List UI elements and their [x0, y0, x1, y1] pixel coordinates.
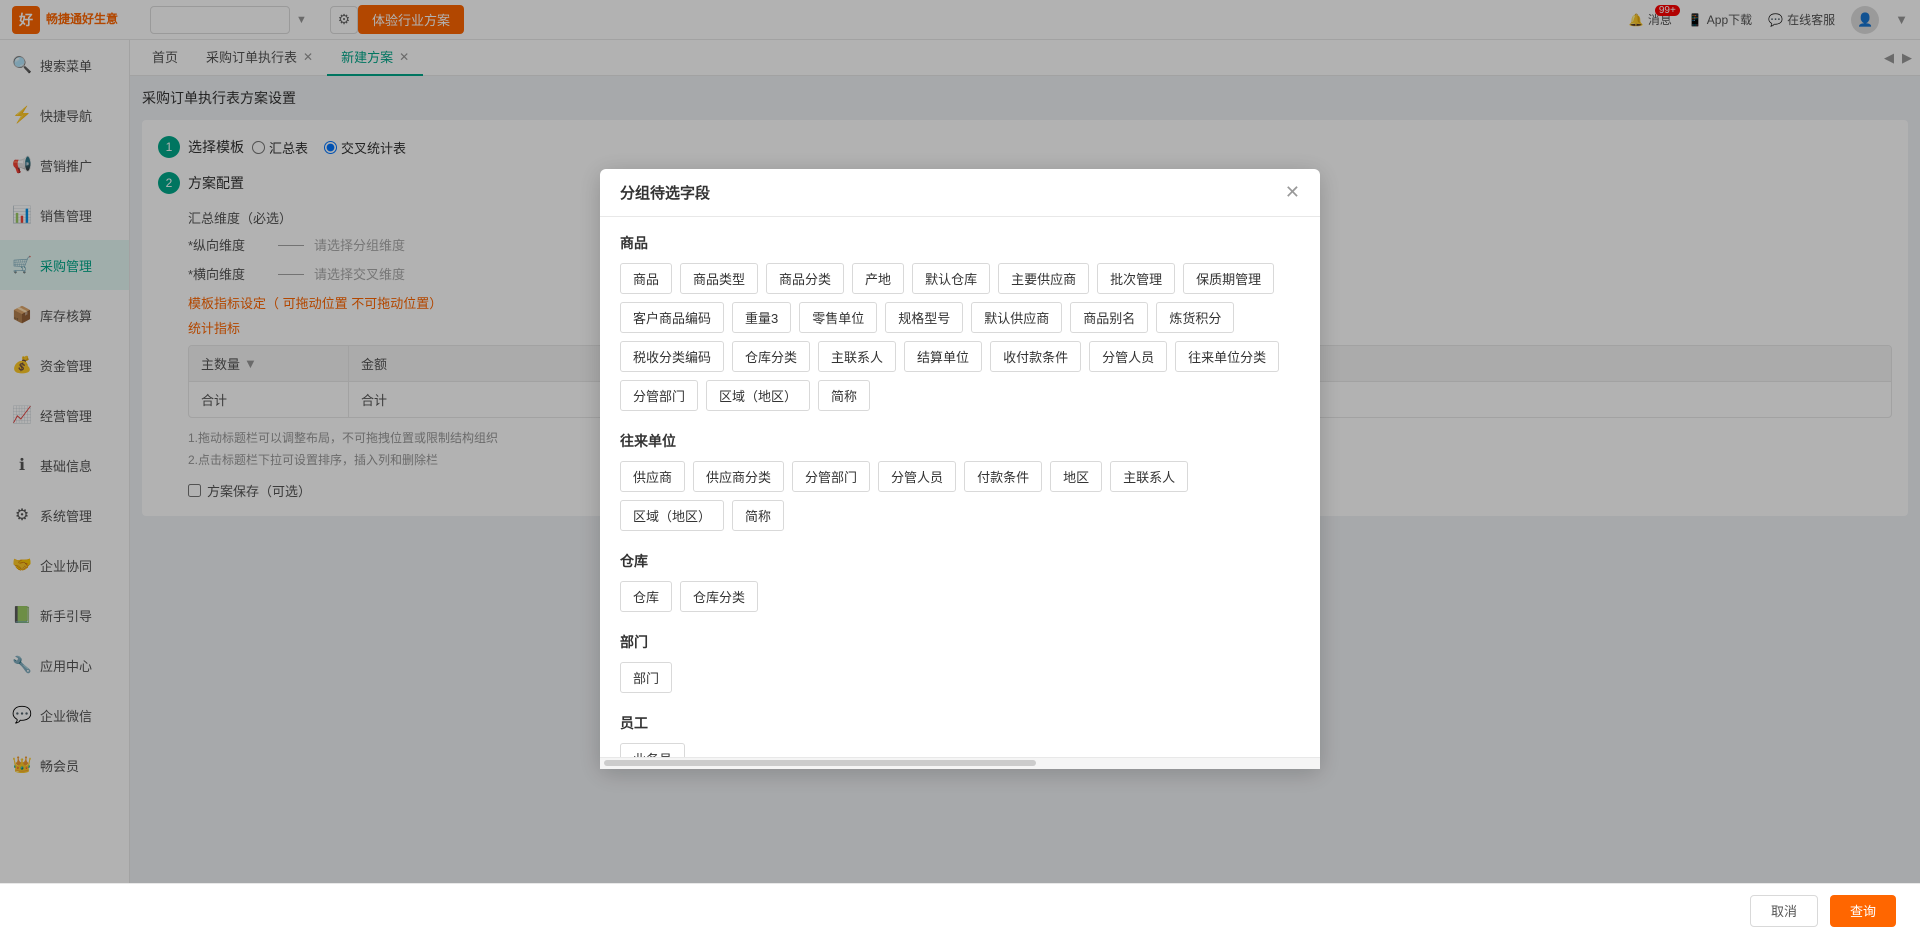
field-tag-goods-category[interactable]: 商品分类: [766, 263, 844, 294]
field-tag-dept-managed[interactable]: 分管部门: [792, 461, 870, 492]
field-tag-salesperson[interactable]: 业务员: [620, 743, 685, 757]
section-warehouse-title: 仓库: [620, 551, 1300, 571]
modal-close-button[interactable]: ✕: [1285, 182, 1300, 203]
field-tag-pay-terms[interactable]: 付款条件: [964, 461, 1042, 492]
modal-body[interactable]: 商品 商品 商品类型 商品分类 产地 默认仓库 主要供应商 批次管理 保质期管理…: [600, 217, 1320, 757]
section-department: 部门 部门: [620, 632, 1300, 693]
modal-hscroll[interactable]: [600, 757, 1320, 769]
field-tag-customer-code[interactable]: 客户商品编码: [620, 302, 724, 333]
field-tag-payment-terms[interactable]: 收付款条件: [990, 341, 1081, 372]
section-customer-title: 往来单位: [620, 431, 1300, 451]
section-goods-tags: 商品 商品类型 商品分类 产地 默认仓库 主要供应商 批次管理 保质期管理 客户…: [620, 263, 1300, 411]
field-tag-dept-supervisor[interactable]: 分管部门: [620, 380, 698, 411]
field-tag-tax-code[interactable]: 税收分类编码: [620, 341, 724, 372]
field-tag-partner-category[interactable]: 往来单位分类: [1175, 341, 1279, 372]
modal-footer-bar: 取消 查询: [0, 883, 1920, 937]
field-tag-weight3[interactable]: 重量3: [732, 302, 791, 333]
field-tag-abbrev2[interactable]: 简称: [732, 500, 784, 531]
field-tag-goods-alias[interactable]: 商品别名: [1070, 302, 1148, 333]
section-customer: 往来单位 供应商 供应商分类 分管部门 分管人员 付款条件 地区 主联系人 区域…: [620, 431, 1300, 531]
section-goods: 商品 商品 商品类型 商品分类 产地 默认仓库 主要供应商 批次管理 保质期管理…: [620, 233, 1300, 411]
field-tag-supplier[interactable]: 供应商: [620, 461, 685, 492]
field-tag-batch-mgmt[interactable]: 批次管理: [1097, 263, 1175, 294]
field-tag-settle-unit[interactable]: 结算单位: [904, 341, 982, 372]
field-tag-refine-points[interactable]: 炼货积分: [1156, 302, 1234, 333]
field-tag-main-supplier[interactable]: 主要供应商: [998, 263, 1089, 294]
field-tag-dept[interactable]: 部门: [620, 662, 672, 693]
field-tag-spec-model[interactable]: 规格型号: [885, 302, 963, 333]
field-tag-main-contact2[interactable]: 主联系人: [1110, 461, 1188, 492]
section-emp-title: 员工: [620, 713, 1300, 733]
cancel-button[interactable]: 取消: [1750, 895, 1818, 927]
field-select-modal: 分组待选字段 ✕ 商品 商品 商品类型 商品分类 产地 默认仓库 主要供应商 批…: [600, 169, 1320, 769]
section-goods-title: 商品: [620, 233, 1300, 253]
field-tag-warehouse-cat[interactable]: 仓库分类: [680, 581, 758, 612]
section-warehouse: 仓库 仓库 仓库分类: [620, 551, 1300, 612]
section-dept-tags: 部门: [620, 662, 1300, 693]
field-tag-supplier-category[interactable]: 供应商分类: [693, 461, 784, 492]
section-emp-tags: 业务员: [620, 743, 1300, 757]
section-customer-tags: 供应商 供应商分类 分管部门 分管人员 付款条件 地区 主联系人 区域（地区） …: [620, 461, 1300, 531]
field-tag-main-contact[interactable]: 主联系人: [818, 341, 896, 372]
section-warehouse-tags: 仓库 仓库分类: [620, 581, 1300, 612]
field-tag-origin[interactable]: 产地: [852, 263, 904, 294]
field-tag-goods[interactable]: 商品: [620, 263, 672, 294]
field-tag-region2[interactable]: 区域（地区）: [620, 500, 724, 531]
field-tag-dept-person[interactable]: 分管人员: [878, 461, 956, 492]
section-employee: 员工 业务员: [620, 713, 1300, 757]
field-tag-warehouse[interactable]: 仓库: [620, 581, 672, 612]
field-tag-region[interactable]: 地区: [1050, 461, 1102, 492]
field-tag-retail-unit[interactable]: 零售单位: [799, 302, 877, 333]
field-tag-abbrev-goods[interactable]: 简称: [818, 380, 870, 411]
field-tag-supervisor[interactable]: 分管人员: [1089, 341, 1167, 372]
field-tag-expiry-mgmt[interactable]: 保质期管理: [1183, 263, 1274, 294]
field-tag-goods-type[interactable]: 商品类型: [680, 263, 758, 294]
modal-overlay: 分组待选字段 ✕ 商品 商品 商品类型 商品分类 产地 默认仓库 主要供应商 批…: [0, 0, 1920, 937]
modal-header: 分组待选字段 ✕: [600, 169, 1320, 217]
confirm-button[interactable]: 查询: [1830, 895, 1896, 927]
field-tag-region-goods[interactable]: 区域（地区）: [706, 380, 810, 411]
field-tag-warehouse-category[interactable]: 仓库分类: [732, 341, 810, 372]
modal-title: 分组待选字段: [620, 182, 710, 203]
field-tag-default-warehouse[interactable]: 默认仓库: [912, 263, 990, 294]
field-tag-default-supplier[interactable]: 默认供应商: [971, 302, 1062, 333]
section-dept-title: 部门: [620, 632, 1300, 652]
